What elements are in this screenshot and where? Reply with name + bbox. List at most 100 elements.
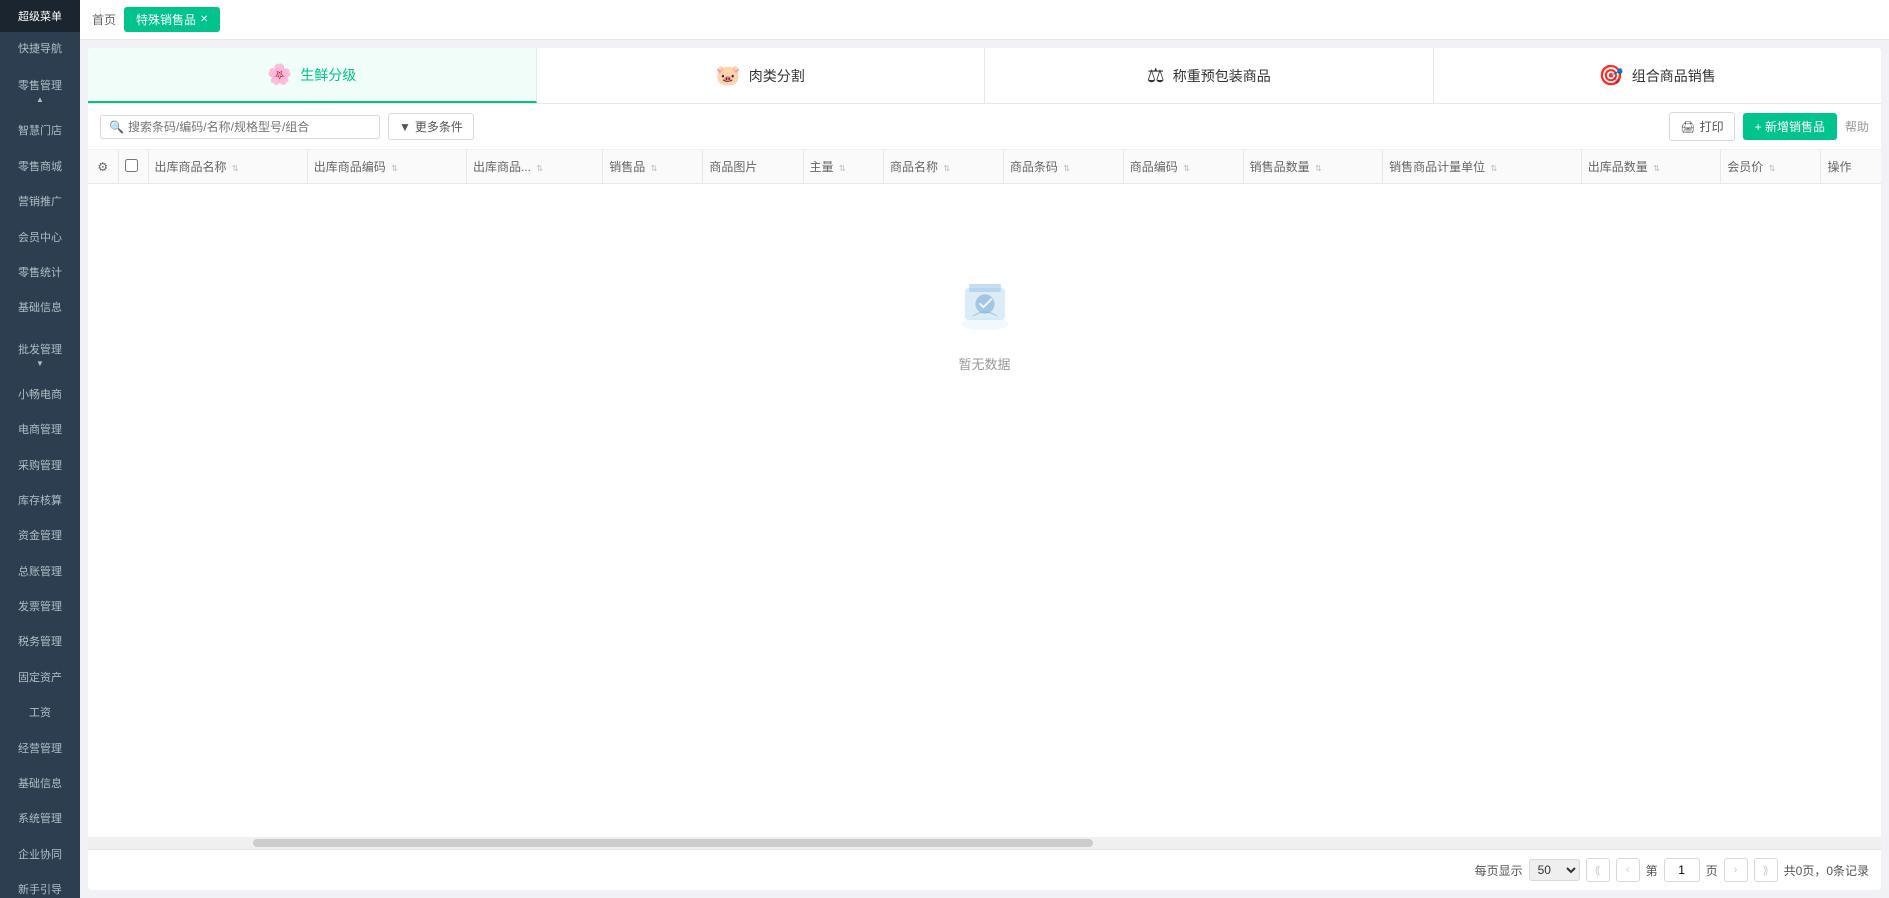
category-tabs: 🌸 生鲜分级 🐷 肉类分割 ⚖ 称重预包装商品 🎯 组合商品销售 xyxy=(88,48,1881,104)
toolbar: 🔍 ▼ 更多条件 🖨 打印 + 新增销售品 帮助 xyxy=(88,104,1881,150)
sidebar-item-sales-promo[interactable]: 营销推广 xyxy=(0,185,80,220)
th-out-code[interactable]: 出库商品编码 ⇅ xyxy=(307,150,466,184)
active-tab[interactable]: 特殊销售品 ✕ xyxy=(124,7,220,32)
th-out-qty[interactable]: 出库品数量 ⇅ xyxy=(1581,150,1721,184)
th-image: 商品图片 xyxy=(703,150,803,184)
empty-icon xyxy=(945,264,1025,344)
sidebar-item-basic-info2[interactable]: 基础信息 xyxy=(0,767,80,802)
th-label: 商品名称 xyxy=(890,160,938,174)
sidebar-item-label: 基础信息 xyxy=(18,302,62,314)
sidebar-item-label: 基础信息 xyxy=(18,778,62,790)
sidebar-item-tax-mgmt[interactable]: 税务管理 xyxy=(0,625,80,660)
sort-icon: ⇅ xyxy=(651,164,658,173)
sidebar-item-basic-info[interactable]: 基础信息 xyxy=(0,291,80,326)
sidebar-item-label: 经营管理 xyxy=(18,743,62,755)
sidebar-item-member-center[interactable]: 会员中心 xyxy=(0,221,80,256)
sidebar-logo: 超级菜单 xyxy=(0,0,80,32)
th-label: 销售品 xyxy=(609,160,645,174)
sidebar-item-retail-stats[interactable]: 零售统计 xyxy=(0,256,80,291)
th-sale-qty[interactable]: 销售品数量 ⇅ xyxy=(1243,150,1383,184)
th-sale-item[interactable]: 销售品 ⇅ xyxy=(603,150,703,184)
print-icon: 🖨 xyxy=(1680,120,1695,134)
sidebar-item-ops-mgmt[interactable]: 经营管理 xyxy=(0,732,80,767)
sidebar-item-label: 系统管理 xyxy=(18,813,62,825)
th-member-price[interactable]: 会员价 ⇅ xyxy=(1721,150,1821,184)
th-sale-unit[interactable]: 销售商品计量单位 ⇅ xyxy=(1383,150,1582,184)
sidebar-item-smart-store[interactable]: 智慧门店 xyxy=(0,114,80,149)
th-label: 商品图片 xyxy=(709,160,757,174)
topbar-home-link[interactable]: 首页 xyxy=(92,11,116,28)
sidebar-item-retail-mall[interactable]: 零售商城 xyxy=(0,150,80,185)
toolbar-right: 🖨 打印 + 新增销售品 帮助 xyxy=(1669,112,1869,141)
sidebar-item-purchase-mgmt[interactable]: 采购管理 xyxy=(0,449,80,484)
sidebar-item-new-guide[interactable]: 新手引导 xyxy=(0,873,80,898)
hscroll-thumb[interactable] xyxy=(253,839,1093,847)
th-goods-code[interactable]: 商品编码 ⇅ xyxy=(1123,150,1243,184)
cat-tab-label: 称重预包装商品 xyxy=(1173,66,1271,86)
page-label-prefix: 第 xyxy=(1646,862,1658,879)
sort-icon: ⇅ xyxy=(391,164,398,173)
sidebar-item-label: 资金管理 xyxy=(18,530,62,542)
sort-icon: ⇅ xyxy=(232,164,239,173)
sidebar-item-salary[interactable]: 工资 xyxy=(0,696,80,731)
th-label: 出库品数量 xyxy=(1588,160,1648,174)
sidebar-item-fixed-assets[interactable]: 固定资产 xyxy=(0,661,80,696)
sidebar-item-ecom-mgmt[interactable]: 电商管理 xyxy=(0,413,80,448)
sidebar-item-label: 采购管理 xyxy=(18,460,62,472)
th-goods-barcode[interactable]: 商品条码 ⇅ xyxy=(1003,150,1123,184)
sidebar-item-sys-mgmt[interactable]: 系统管理 xyxy=(0,802,80,837)
current-page-input[interactable] xyxy=(1664,858,1700,882)
empty-text: 暂无数据 xyxy=(958,354,1010,373)
sidebar-item-quick-nav[interactable]: 快捷导航 xyxy=(0,32,80,67)
chevron-down-icon: ▼ xyxy=(36,359,44,368)
th-weight[interactable]: 主量 ⇅ xyxy=(803,150,883,184)
th-gear[interactable]: ⚙ xyxy=(88,150,118,184)
next-page-button[interactable]: › xyxy=(1724,858,1748,882)
sidebar-item-inventory[interactable]: 库存核算 xyxy=(0,484,80,519)
table-header-row: ⚙ 出库商品名称 ⇅ 出库商品编码 ⇅ xyxy=(88,150,1881,184)
sidebar-item-wholesale-mgmt[interactable]: 批发管理 ▼ xyxy=(0,331,80,378)
sidebar-item-retail-mgmt[interactable]: 零售管理 ▲ xyxy=(0,67,80,114)
page-body: 🌸 生鲜分级 🐷 肉类分割 ⚖ 称重预包装商品 🎯 组合商品销售 🔍 xyxy=(88,48,1881,890)
sidebar-item-label: 快捷导航 xyxy=(18,43,62,55)
select-all-checkbox[interactable] xyxy=(125,159,138,172)
cat-tab-fresh-grade[interactable]: 🌸 生鲜分级 xyxy=(88,48,537,103)
sidebar-item-ledger-mgmt[interactable]: 总账管理 xyxy=(0,555,80,590)
th-check[interactable] xyxy=(118,150,148,184)
th-label: 商品编码 xyxy=(1130,160,1178,174)
th-label: 出库商品名称 xyxy=(155,160,227,174)
per-page-select[interactable]: 50 10 20 100 xyxy=(1529,859,1580,881)
sidebar-item-invoice-mgmt[interactable]: 发票管理 xyxy=(0,590,80,625)
main-content: 首页 特殊销售品 ✕ 🌸 生鲜分级 🐷 肉类分割 ⚖ 称重预包装商品 🎯 组合商… xyxy=(80,0,1889,898)
search-input[interactable] xyxy=(128,120,371,134)
th-label: 销售商品计量单位 xyxy=(1389,160,1485,174)
sidebar-item-label: 企业协同 xyxy=(18,849,62,861)
print-label: 打印 xyxy=(1700,118,1724,135)
new-sales-item-button[interactable]: + 新增销售品 xyxy=(1743,113,1837,140)
print-button[interactable]: 🖨 打印 xyxy=(1669,112,1734,141)
search-box[interactable]: 🔍 xyxy=(100,115,380,139)
help-button[interactable]: 帮助 xyxy=(1845,118,1869,135)
column-settings-icon[interactable]: ⚙ xyxy=(97,160,108,174)
prev-page-button[interactable]: ‹ xyxy=(1616,858,1640,882)
filter-button[interactable]: ▼ 更多条件 xyxy=(388,113,474,140)
sidebar-item-mini-ecom[interactable]: 小畅电商 xyxy=(0,378,80,413)
sidebar-item-capital-mgmt[interactable]: 资金管理 xyxy=(0,519,80,554)
last-page-button[interactable]: ⟫ xyxy=(1754,858,1778,882)
weight-pack-icon: ⚖ xyxy=(1147,63,1165,88)
first-page-button[interactable]: ⟪ xyxy=(1586,858,1610,882)
sidebar-item-label: 会员中心 xyxy=(18,232,62,244)
hscroll-area[interactable] xyxy=(88,837,1881,849)
close-tab-icon[interactable]: ✕ xyxy=(200,14,208,25)
th-out-spec[interactable]: 出库商品... ⇅ xyxy=(466,150,602,184)
sidebar-item-label: 零售管理 xyxy=(18,77,62,93)
th-goods-name[interactable]: 商品名称 ⇅ xyxy=(883,150,1003,184)
sidebar-item-label: 零售商城 xyxy=(18,161,62,173)
th-out-name[interactable]: 出库商品名称 ⇅ xyxy=(148,150,307,184)
sidebar-item-label: 电商管理 xyxy=(18,424,62,436)
sidebar-item-enterprise-coop[interactable]: 企业协同 xyxy=(0,838,80,873)
cat-tab-meat-cut[interactable]: 🐷 肉类分割 xyxy=(537,48,986,103)
cat-tab-combo-sale[interactable]: 🎯 组合商品销售 xyxy=(1434,48,1882,103)
cat-tab-weight-pack[interactable]: ⚖ 称重预包装商品 xyxy=(985,48,1434,103)
sort-icon: ⇅ xyxy=(1183,164,1190,173)
